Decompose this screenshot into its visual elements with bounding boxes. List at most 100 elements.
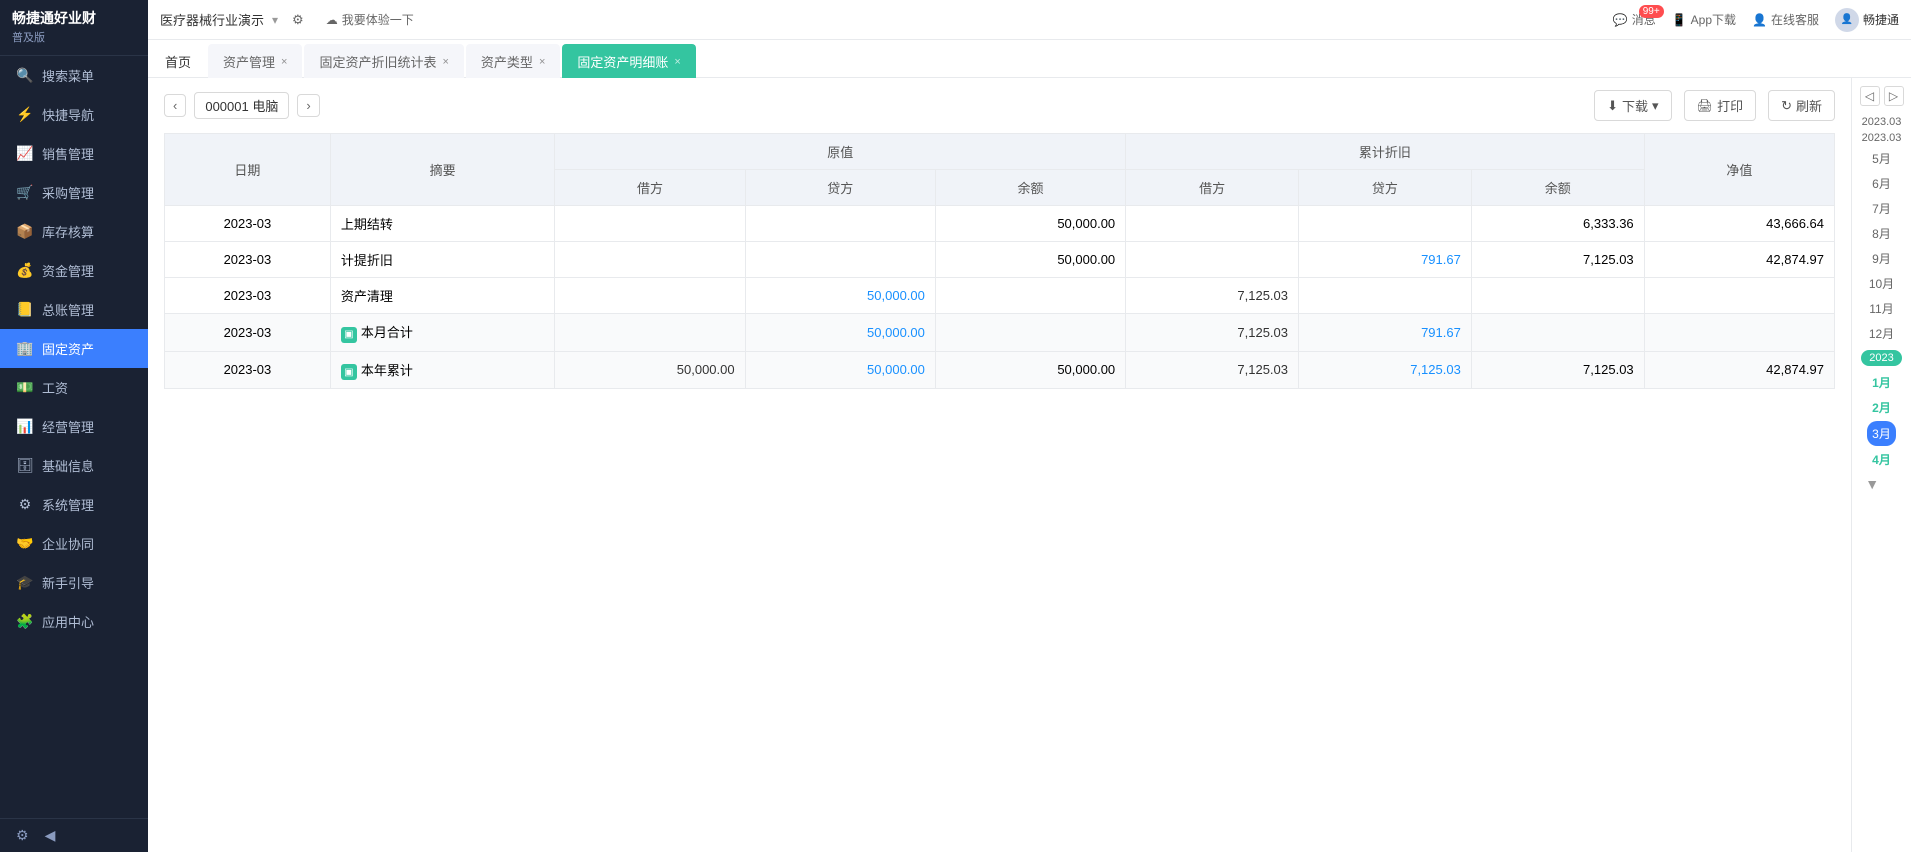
timeline-month-2023-3月[interactable]: 3月 <box>1867 421 1895 446</box>
tab-depreciation[interactable]: 固定资产折旧统计表 × <box>304 44 463 78</box>
sidebar-header: 畅捷通好业财 普及版 <box>0 0 148 56</box>
sidebar-item-newuser[interactable]: 🎓 新手引导 <box>0 563 148 602</box>
cell-ov-debit: 50,000.00 <box>555 351 745 389</box>
topbar-experience-btn[interactable]: ☁ 我要体验一下 <box>318 9 422 30</box>
timeline-month-6月[interactable]: 6月 <box>1861 171 1901 196</box>
timeline-month-11月[interactable]: 11月 <box>1861 296 1901 321</box>
cell-ad-credit: 7,125.03 <box>1299 351 1472 389</box>
print-btn[interactable]: 🖨 打印 <box>1684 90 1757 121</box>
timeline-collapse-btn[interactable]: ◁ <box>1860 86 1880 106</box>
fixedassets-icon: 🏢 <box>16 339 34 357</box>
timeline-month-2023-2月[interactable]: 2月 <box>1861 395 1901 420</box>
cell-ad-credit <box>1299 206 1472 242</box>
tab-assets-close[interactable]: × <box>281 56 287 68</box>
cell-ad-balance: 6,333.36 <box>1471 206 1644 242</box>
refresh-icon: ↻ <box>1781 98 1792 114</box>
timeline-month-10月[interactable]: 10月 <box>1861 271 1901 296</box>
cell-date: 2023-03 <box>165 206 331 242</box>
asset-code-tag: 000001 电脑 <box>194 92 289 119</box>
app-download-btn[interactable]: 📱 App下载 <box>1672 11 1736 28</box>
timeline-month-2023-1月[interactable]: 1月 <box>1861 370 1901 395</box>
cell-summary: 资产清理 <box>330 278 554 314</box>
sidebar-item-inventory[interactable]: 📦 库存核算 <box>0 212 148 251</box>
col-netvalue: 净值 <box>1644 134 1834 206</box>
sidebar-item-payroll[interactable]: 💵 工资 <box>0 368 148 407</box>
cell-ad-debit <box>1126 206 1299 242</box>
next-asset-btn[interactable]: › <box>297 94 319 117</box>
timeline-month-9月[interactable]: 9月 <box>1861 246 1901 271</box>
sidebar-item-system[interactable]: ⚙ 系统管理 <box>0 485 148 524</box>
cell-date: 2023-03 <box>165 351 331 389</box>
prev-asset-btn[interactable]: ‹ <box>164 94 186 117</box>
timeline-month-5月[interactable]: 5月 <box>1861 146 1901 171</box>
sidebar-label-sales: 销售管理 <box>42 144 94 163</box>
sidebar-item-purchase[interactable]: 🛒 采购管理 <box>0 173 148 212</box>
content-area: ‹ 000001 电脑 › ⬇ 下载 ▾ 🖨 打印 ↻ <box>148 78 1911 852</box>
cell-date: 2023-03 <box>165 242 331 278</box>
sidebar-item-quicknav[interactable]: ⚡ 快捷导航 <box>0 95 148 134</box>
tab-assettype-label: 资产类型 <box>481 52 533 71</box>
timeline-month-8月[interactable]: 8月 <box>1861 221 1901 246</box>
cell-ov-balance: 50,000.00 <box>935 242 1125 278</box>
quicknav-icon: ⚡ <box>16 105 34 123</box>
sidebar-label-fixedassets: 固定资产 <box>42 339 94 358</box>
download-btn[interactable]: ⬇ 下载 ▾ <box>1594 90 1671 121</box>
tab-home[interactable]: 首页 <box>150 44 206 78</box>
print-icon: 🖨 <box>1697 98 1714 114</box>
cell-netvalue <box>1644 314 1834 352</box>
sidebar-item-appcenter[interactable]: 🧩 应用中心 <box>0 602 148 641</box>
cell-ad-credit <box>1299 278 1472 314</box>
appcenter-icon: 🧩 <box>16 612 34 630</box>
user-menu[interactable]: 👤 畅捷通 <box>1835 8 1899 32</box>
cell-netvalue <box>1644 278 1834 314</box>
col-ov-balance: 余额 <box>935 170 1125 206</box>
col-ad-credit: 贷方 <box>1299 170 1472 206</box>
cell-ov-credit <box>745 206 935 242</box>
col-date: 日期 <box>165 134 331 206</box>
tab-detail-close[interactable]: × <box>674 56 680 68</box>
inventory-icon: 📦 <box>16 222 34 240</box>
sidebar-item-ledger[interactable]: 📒 总账管理 <box>0 290 148 329</box>
messages-btn[interactable]: 💬 消息 99+ <box>1613 11 1656 28</box>
sidebar-item-base[interactable]: 🗄 基础信息 <box>0 446 148 485</box>
sidebar-item-search[interactable]: 🔍 搜索菜单 <box>0 56 148 95</box>
topbar-dropdown-arrow[interactable]: ▾ <box>272 13 278 27</box>
management-icon: 📊 <box>16 417 34 435</box>
sidebar-item-enterprise[interactable]: 🤝 企业协同 <box>0 524 148 563</box>
timeline-month-7月[interactable]: 7月 <box>1861 196 1901 221</box>
topbar-settings-icon[interactable]: ⚙ <box>286 10 310 30</box>
sidebar-item-sales[interactable]: 📈 销售管理 <box>0 134 148 173</box>
timeline-month-2023-4月[interactable]: 4月 <box>1861 447 1901 472</box>
online-service-label: 在线客服 <box>1771 11 1819 28</box>
settings-icon[interactable]: ⚙ <box>16 827 29 844</box>
tab-detail[interactable]: 固定资产明细账 × <box>562 44 695 78</box>
tab-home-label: 首页 <box>165 52 191 71</box>
timeline-nav-down[interactable]: ▼ <box>1861 472 1901 496</box>
tab-assettype-close[interactable]: × <box>539 56 545 68</box>
table-row: 2023-03 计提折旧 50,000.00 791.67 7,125.03 4… <box>165 242 1835 278</box>
tab-assettype[interactable]: 资产类型 × <box>466 44 560 78</box>
cell-ov-credit: 50,000.00 <box>745 351 935 389</box>
timeline-year-2023[interactable]: 2023 <box>1861 350 1901 366</box>
cell-summary: ▣本月合计 <box>330 314 554 352</box>
sidebar-item-management[interactable]: 📊 经营管理 <box>0 407 148 446</box>
cell-netvalue: 42,874.97 <box>1644 242 1834 278</box>
cell-ov-credit: 50,000.00 <box>745 314 935 352</box>
cell-netvalue: 42,874.97 <box>1644 351 1834 389</box>
cell-summary: 上期结转 <box>330 206 554 242</box>
cell-ad-balance <box>1471 278 1644 314</box>
timeline-expand-btn[interactable]: ▷ <box>1884 86 1904 106</box>
online-service-btn[interactable]: 👤 在线客服 <box>1752 11 1819 28</box>
refresh-btn[interactable]: ↻ 刷新 <box>1768 90 1835 121</box>
enterprise-icon: 🤝 <box>16 534 34 552</box>
cell-ad-balance: 7,125.03 <box>1471 351 1644 389</box>
tab-assets[interactable]: 资产管理 × <box>208 44 302 78</box>
cell-ad-debit: 7,125.03 <box>1126 314 1299 352</box>
sidebar-item-funds[interactable]: 💰 资金管理 <box>0 251 148 290</box>
timeline-month-12月[interactable]: 12月 <box>1861 321 1901 346</box>
sidebar-item-fixedassets[interactable]: 🏢 固定资产 <box>0 329 148 368</box>
cell-ov-credit <box>745 242 935 278</box>
tab-depreciation-close[interactable]: × <box>442 56 448 68</box>
col-originalvalue: 原值 <box>555 134 1126 170</box>
collapse-icon[interactable]: ◀ <box>45 827 56 844</box>
